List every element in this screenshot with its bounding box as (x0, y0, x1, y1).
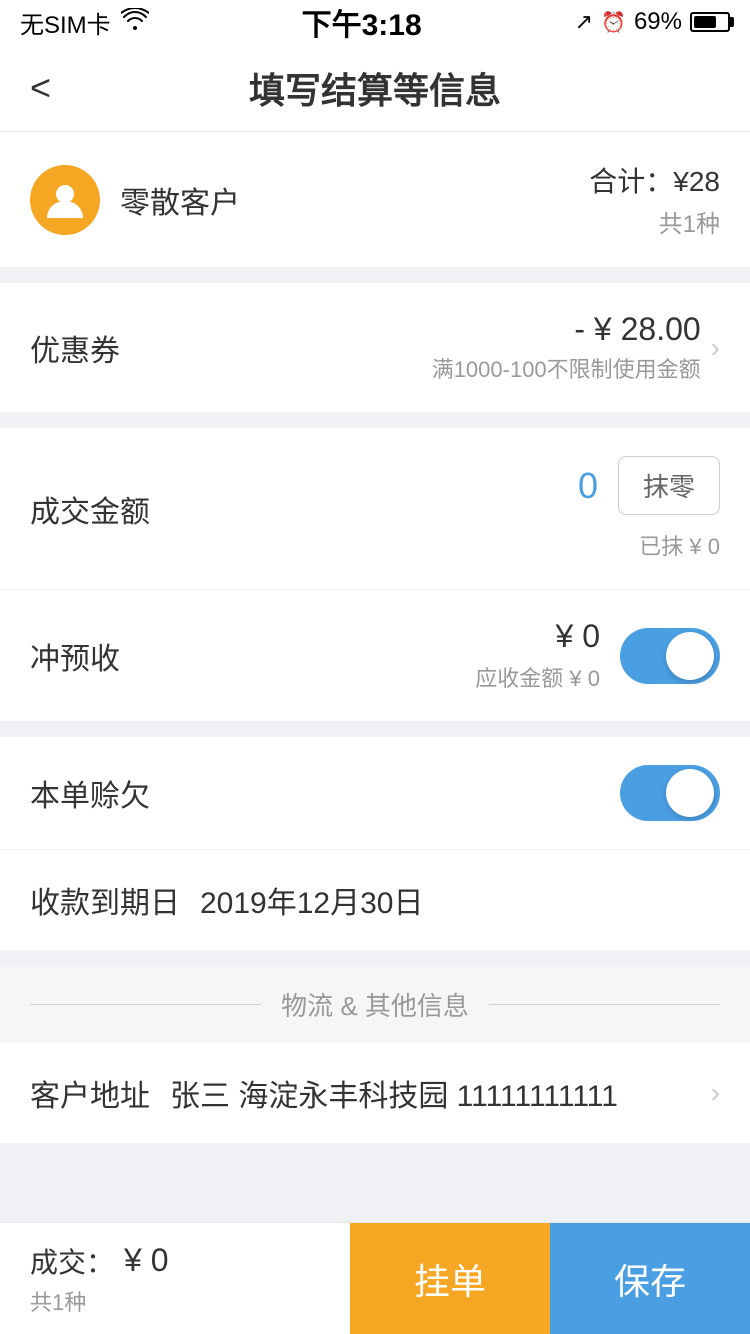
coupon-amount: - ¥ 28.00 (432, 311, 701, 348)
carrier-label: 无SIM卡 (20, 5, 111, 40)
coupon-right: - ¥ 28.00 满1000-100不限制使用金额 › (432, 311, 720, 384)
prepayment-main-amount: ¥ 0 (475, 618, 600, 655)
coupon-card: 优惠券 - ¥ 28.00 满1000-100不限制使用金额 › (0, 283, 750, 412)
prepayment-label: 冲预收 (30, 634, 120, 678)
address-label: 客户地址 (30, 1071, 150, 1115)
customer-card: 零散客户 合计：¥28 共1种 (0, 132, 750, 267)
due-date-row: 收款到期日 2019年12月30日 (0, 849, 750, 950)
coupon-row[interactable]: 优惠券 - ¥ 28.00 满1000-100不限制使用金额 › (0, 283, 750, 412)
customer-name: 零散客户 (120, 178, 240, 222)
coupon-label: 优惠券 (30, 326, 120, 370)
logistics-header: 物流 & 其他信息 (0, 966, 750, 1043)
separator-3 (0, 950, 750, 966)
battery-icon (690, 12, 730, 32)
battery-percentage: 69% (634, 8, 682, 36)
customer-right: 合计：¥28 共1种 (589, 160, 720, 239)
back-button[interactable]: < (30, 67, 51, 109)
address-left: 客户地址 张三 海淀永丰科技园 11111111111 (30, 1071, 618, 1115)
nav-bar: < 填写结算等信息 (0, 44, 750, 132)
deal-section: 成交金额 0 抹零 已抹 ¥ 0 (0, 428, 750, 589)
logistics-title: 物流 & 其他信息 (281, 986, 469, 1023)
location-icon: ↗ (575, 9, 593, 35)
coupon-info: - ¥ 28.00 满1000-100不限制使用金额 (432, 311, 701, 384)
logistics-line-left (30, 1004, 261, 1005)
total-count: 共1种 (589, 204, 720, 239)
address-chevron-icon: › (711, 1077, 720, 1109)
content: 零散客户 合计：¥28 共1种 优惠券 - ¥ 28.00 满1000-100不… (0, 132, 750, 1279)
prepayment-toggle[interactable] (620, 628, 720, 684)
logistics-line-right (489, 1004, 720, 1005)
bottom-count: 共1种 (30, 1285, 320, 1317)
prepayment-right: ¥ 0 应收金额 ¥ 0 (475, 618, 720, 693)
coupon-description: 满1000-100不限制使用金额 (432, 352, 701, 384)
bottom-deal-label: 成交： (30, 1241, 114, 1281)
credit-label: 本单赊欠 (30, 771, 150, 815)
save-button[interactable]: 保存 (550, 1223, 750, 1334)
customer-left: 零散客户 (30, 165, 240, 235)
prepayment-left: 冲预收 (30, 634, 120, 678)
credit-row: 本单赊欠 (0, 737, 750, 849)
deal-amount-sub: 已抹 ¥ 0 (639, 529, 720, 561)
status-right: ↗ ⏰ 69% (575, 8, 730, 36)
coupon-chevron-icon: › (711, 332, 720, 364)
separator-1 (0, 412, 750, 428)
address-row[interactable]: 客户地址 张三 海淀永丰科技园 11111111111 › (0, 1043, 750, 1143)
customer-row: 零散客户 合计：¥28 共1种 (0, 132, 750, 267)
avatar (30, 165, 100, 235)
deal-amount-label: 成交金额 (30, 487, 150, 531)
bottom-deal-amount: ¥ 0 (124, 1242, 168, 1279)
due-date-value: 2019年12月30日 (200, 878, 423, 922)
round-off-button[interactable]: 抹零 (618, 456, 720, 515)
deal-amount-row: 成交金额 0 抹零 已抹 ¥ 0 (30, 428, 720, 589)
bottom-bar: 成交： ¥ 0 共1种 挂单 保存 (0, 1222, 750, 1334)
wifi-icon (121, 8, 149, 37)
toggle-knob (666, 632, 714, 680)
status-left: 无SIM卡 (20, 5, 149, 40)
due-date-label: 收款到期日 (30, 878, 180, 922)
address-value: 张三 海淀永丰科技园 11111111111 (170, 1071, 618, 1115)
credit-toggle-knob (666, 769, 714, 817)
deal-amount-right: 0 抹零 (578, 456, 720, 515)
deal-amount-value: 0 (578, 465, 598, 507)
bottom-summary: 成交： ¥ 0 共1种 (0, 1241, 350, 1317)
bottom-deal-row: 成交： ¥ 0 (30, 1241, 320, 1281)
page-title: 填写结算等信息 (249, 62, 501, 114)
prepayment-sub-amount: 应收金额 ¥ 0 (475, 661, 600, 693)
alarm-icon: ⏰ (601, 10, 626, 35)
total-amount: 合计：¥28 (589, 160, 720, 200)
prepayment-amounts: ¥ 0 应收金额 ¥ 0 (475, 618, 600, 693)
status-bar: 无SIM卡 下午3:18 ↗ ⏰ 69% (0, 0, 750, 44)
separator-2 (0, 721, 750, 737)
prepayment-row: 冲预收 ¥ 0 应收金额 ¥ 0 (0, 589, 750, 721)
pending-button[interactable]: 挂单 (350, 1223, 550, 1334)
credit-toggle[interactable] (620, 765, 720, 821)
status-time: 下午3:18 (302, 0, 422, 44)
